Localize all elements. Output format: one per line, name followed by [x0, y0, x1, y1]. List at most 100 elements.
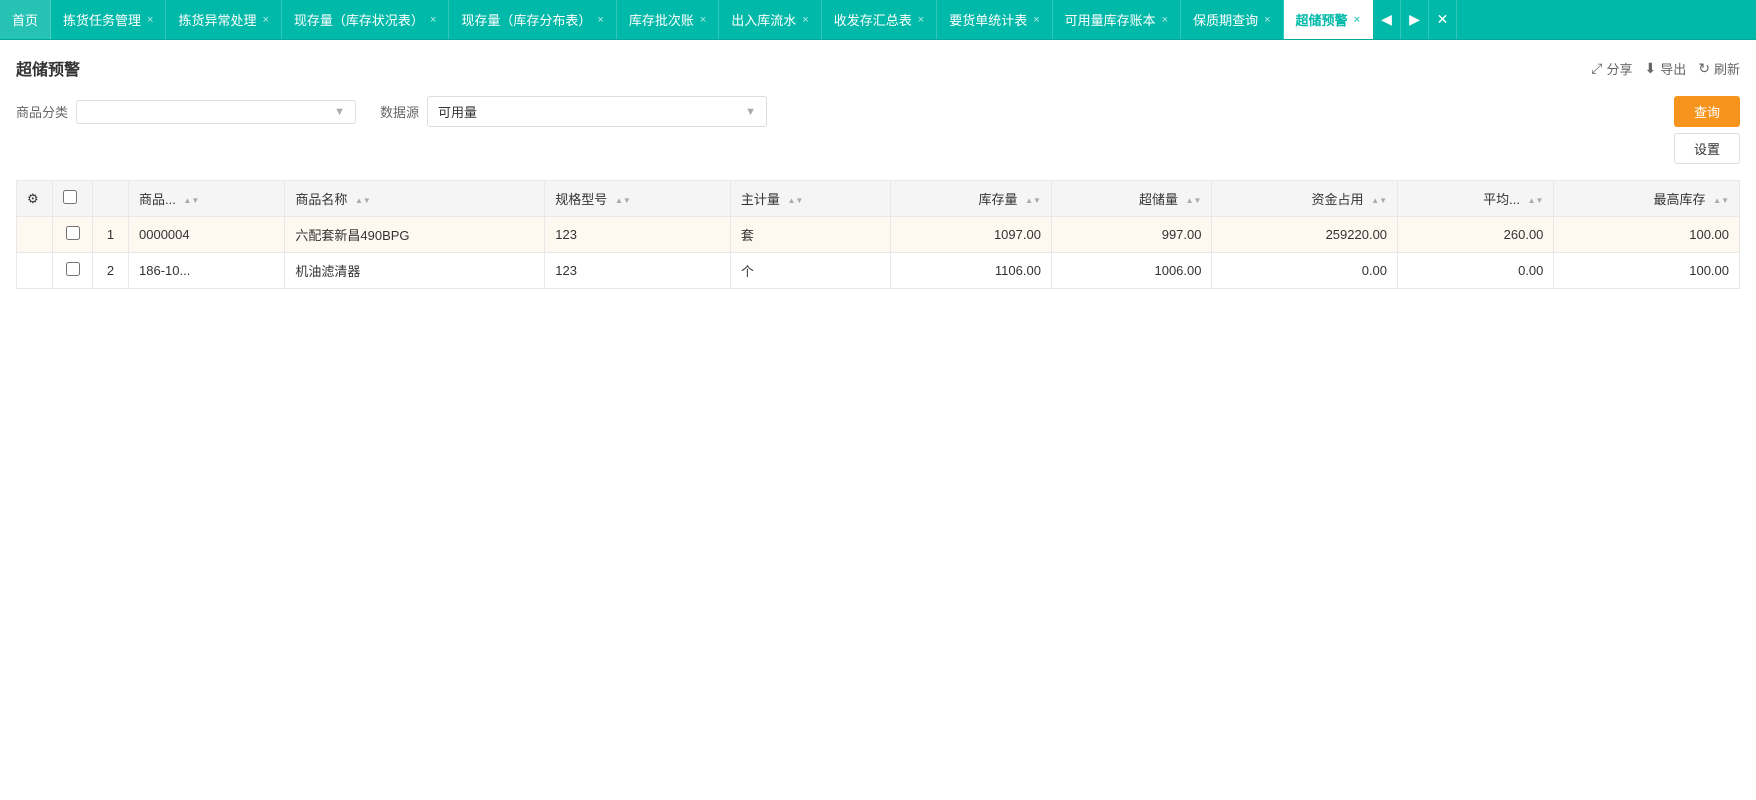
nav-next-arrow[interactable]: ▶	[1401, 0, 1429, 40]
column-spec-label: 规格型号	[555, 192, 607, 207]
settings-button[interactable]: 设置	[1674, 133, 1740, 164]
sort-icon: ▲▼	[1371, 196, 1387, 205]
column-avg[interactable]: 平均... ▲▼	[1398, 181, 1554, 217]
category-select[interactable]: ▼	[76, 100, 356, 124]
filter-area: 商品分类 ▼ 数据源 可用量 ▼ 查询 设置	[16, 96, 1740, 164]
column-checkbox-all[interactable]	[53, 181, 93, 217]
query-button[interactable]: 查询	[1674, 96, 1740, 127]
column-overstock[interactable]: 超储量 ▲▼	[1051, 181, 1212, 217]
sort-icon: ▲▼	[1025, 196, 1041, 205]
row-number: 1	[93, 217, 129, 253]
datasource-filter-group: 数据源 可用量 ▼	[380, 96, 767, 127]
sort-icon: ▲▼	[615, 196, 631, 205]
category-label: 商品分类	[16, 102, 68, 121]
column-goods-code-label: 商品...	[139, 192, 176, 207]
close-icon[interactable]: ×	[802, 14, 808, 26]
page-header: 超储预警 ⤢ 分享 ⬇ 导出 ↻ 刷新	[16, 56, 1740, 80]
row-spec: 123	[545, 217, 731, 253]
refresh-button[interactable]: ↻ 刷新	[1698, 59, 1740, 78]
sort-icon: ▲▼	[1713, 196, 1729, 205]
row-max-stock: 100.00	[1554, 217, 1740, 253]
chevron-down-icon: ▼	[745, 106, 756, 118]
nav-abnormal[interactable]: 拣货异常处理 ×	[166, 0, 281, 40]
close-icon[interactable]: ×	[262, 14, 268, 26]
nav-task-mgmt[interactable]: 拣货任务管理 ×	[51, 0, 166, 40]
row-goods-code: 186-10...	[129, 253, 285, 289]
sort-icon: ▲▼	[355, 196, 371, 205]
column-goods-name-label: 商品名称	[295, 192, 347, 207]
row-checkbox[interactable]	[66, 226, 80, 240]
close-icon[interactable]: ×	[430, 14, 436, 26]
table-body: 1 0000004 六配套新昌490BPG 123 套 1097.00 997.…	[17, 217, 1740, 289]
row-checkbox-cell[interactable]	[53, 217, 93, 253]
row-unit: 套	[730, 217, 891, 253]
nav-available-stock[interactable]: 可用量库存账本 ×	[1053, 0, 1181, 40]
column-goods-code[interactable]: 商品... ▲▼	[129, 181, 285, 217]
share-icon: ⤢	[1591, 60, 1602, 77]
row-stock: 1106.00	[891, 253, 1052, 289]
row-max-stock: 100.00	[1554, 253, 1740, 289]
nav-batch-account[interactable]: 库存批次账 ×	[617, 0, 719, 40]
close-icon[interactable]: ×	[1033, 14, 1039, 26]
header-actions: ⤢ 分享 ⬇ 导出 ↻ 刷新	[1591, 59, 1740, 78]
column-max-stock-label: 最高库存	[1654, 192, 1706, 207]
row-overstock: 1006.00	[1051, 253, 1212, 289]
nav-order-stats[interactable]: 要货单统计表 ×	[937, 0, 1052, 40]
row-capital: 0.00	[1212, 253, 1398, 289]
row-goods-code: 0000004	[129, 217, 285, 253]
column-unit-label: 主计量	[741, 192, 780, 207]
row-checkbox[interactable]	[66, 262, 80, 276]
nav-summary[interactable]: 收发存汇总表 ×	[822, 0, 937, 40]
column-spec[interactable]: 规格型号 ▲▼	[545, 181, 731, 217]
table-row: 1 0000004 六配套新昌490BPG 123 套 1097.00 997.…	[17, 217, 1740, 253]
nav-close-all-icon[interactable]: ✕	[1429, 0, 1457, 40]
column-capital[interactable]: 资金占用 ▲▼	[1212, 181, 1398, 217]
row-avg: 0.00	[1398, 253, 1554, 289]
row-stock: 1097.00	[891, 217, 1052, 253]
row-goods-name: 机油滤清器	[285, 253, 545, 289]
data-table: ⚙ 商品... ▲▼ 商品名称 ▲▼ 规格型号 ▲▼	[16, 180, 1740, 289]
filter-actions: 查询 设置	[1674, 96, 1740, 164]
share-button[interactable]: ⤢ 分享	[1591, 59, 1632, 78]
column-unit[interactable]: 主计量 ▲▼	[730, 181, 891, 217]
nav-overstock[interactable]: 超储预警 ×	[1284, 0, 1373, 40]
column-stock[interactable]: 库存量 ▲▼	[891, 181, 1052, 217]
page-title: 超储预警	[16, 56, 80, 80]
close-icon[interactable]: ×	[1162, 14, 1168, 26]
close-icon[interactable]: ×	[147, 14, 153, 26]
main-content: 超储预警 ⤢ 分享 ⬇ 导出 ↻ 刷新 商品分类 ▼	[0, 40, 1756, 800]
nav-inventory-dist[interactable]: 现存量（库存分布表） ×	[449, 0, 616, 40]
sort-icon: ▲▼	[787, 196, 803, 205]
sort-icon: ▲▼	[1528, 196, 1544, 205]
close-icon[interactable]: ×	[1354, 14, 1360, 26]
row-overstock: 997.00	[1051, 217, 1212, 253]
row-spec: 123	[545, 253, 731, 289]
row-goods-name: 六配套新昌490BPG	[285, 217, 545, 253]
close-icon[interactable]: ×	[700, 14, 706, 26]
datasource-select[interactable]: 可用量 ▼	[427, 96, 767, 127]
refresh-icon: ↻	[1698, 60, 1710, 77]
export-button[interactable]: ⬇ 导出	[1645, 59, 1687, 78]
row-checkbox-cell[interactable]	[53, 253, 93, 289]
datasource-label: 数据源	[380, 102, 419, 121]
column-overstock-label: 超储量	[1139, 192, 1178, 207]
close-icon[interactable]: ×	[1264, 14, 1270, 26]
filter-groups: 商品分类 ▼ 数据源 可用量 ▼	[16, 96, 1674, 127]
nav-inout-flow[interactable]: 出入库流水 ×	[719, 0, 821, 40]
column-max-stock[interactable]: 最高库存 ▲▼	[1554, 181, 1740, 217]
table-header-row: ⚙ 商品... ▲▼ 商品名称 ▲▼ 规格型号 ▲▼	[17, 181, 1740, 217]
nav-home[interactable]: 首页	[0, 0, 51, 40]
column-goods-name[interactable]: 商品名称 ▲▼	[285, 181, 545, 217]
nav-prev-arrow[interactable]: ◀	[1373, 0, 1401, 40]
nav-inventory-status[interactable]: 现存量（库存状况表） ×	[282, 0, 449, 40]
nav-shelf-life[interactable]: 保质期查询 ×	[1181, 0, 1283, 40]
close-icon[interactable]: ×	[597, 14, 603, 26]
close-icon[interactable]: ×	[918, 14, 924, 26]
row-avg: 260.00	[1398, 217, 1554, 253]
gear-icon: ⚙	[27, 191, 39, 206]
column-avg-label: 平均...	[1483, 192, 1520, 207]
select-all-checkbox[interactable]	[63, 190, 77, 204]
column-settings-icon[interactable]: ⚙	[17, 181, 53, 217]
column-capital-label: 资金占用	[1312, 192, 1364, 207]
row-settings-cell	[17, 217, 53, 253]
